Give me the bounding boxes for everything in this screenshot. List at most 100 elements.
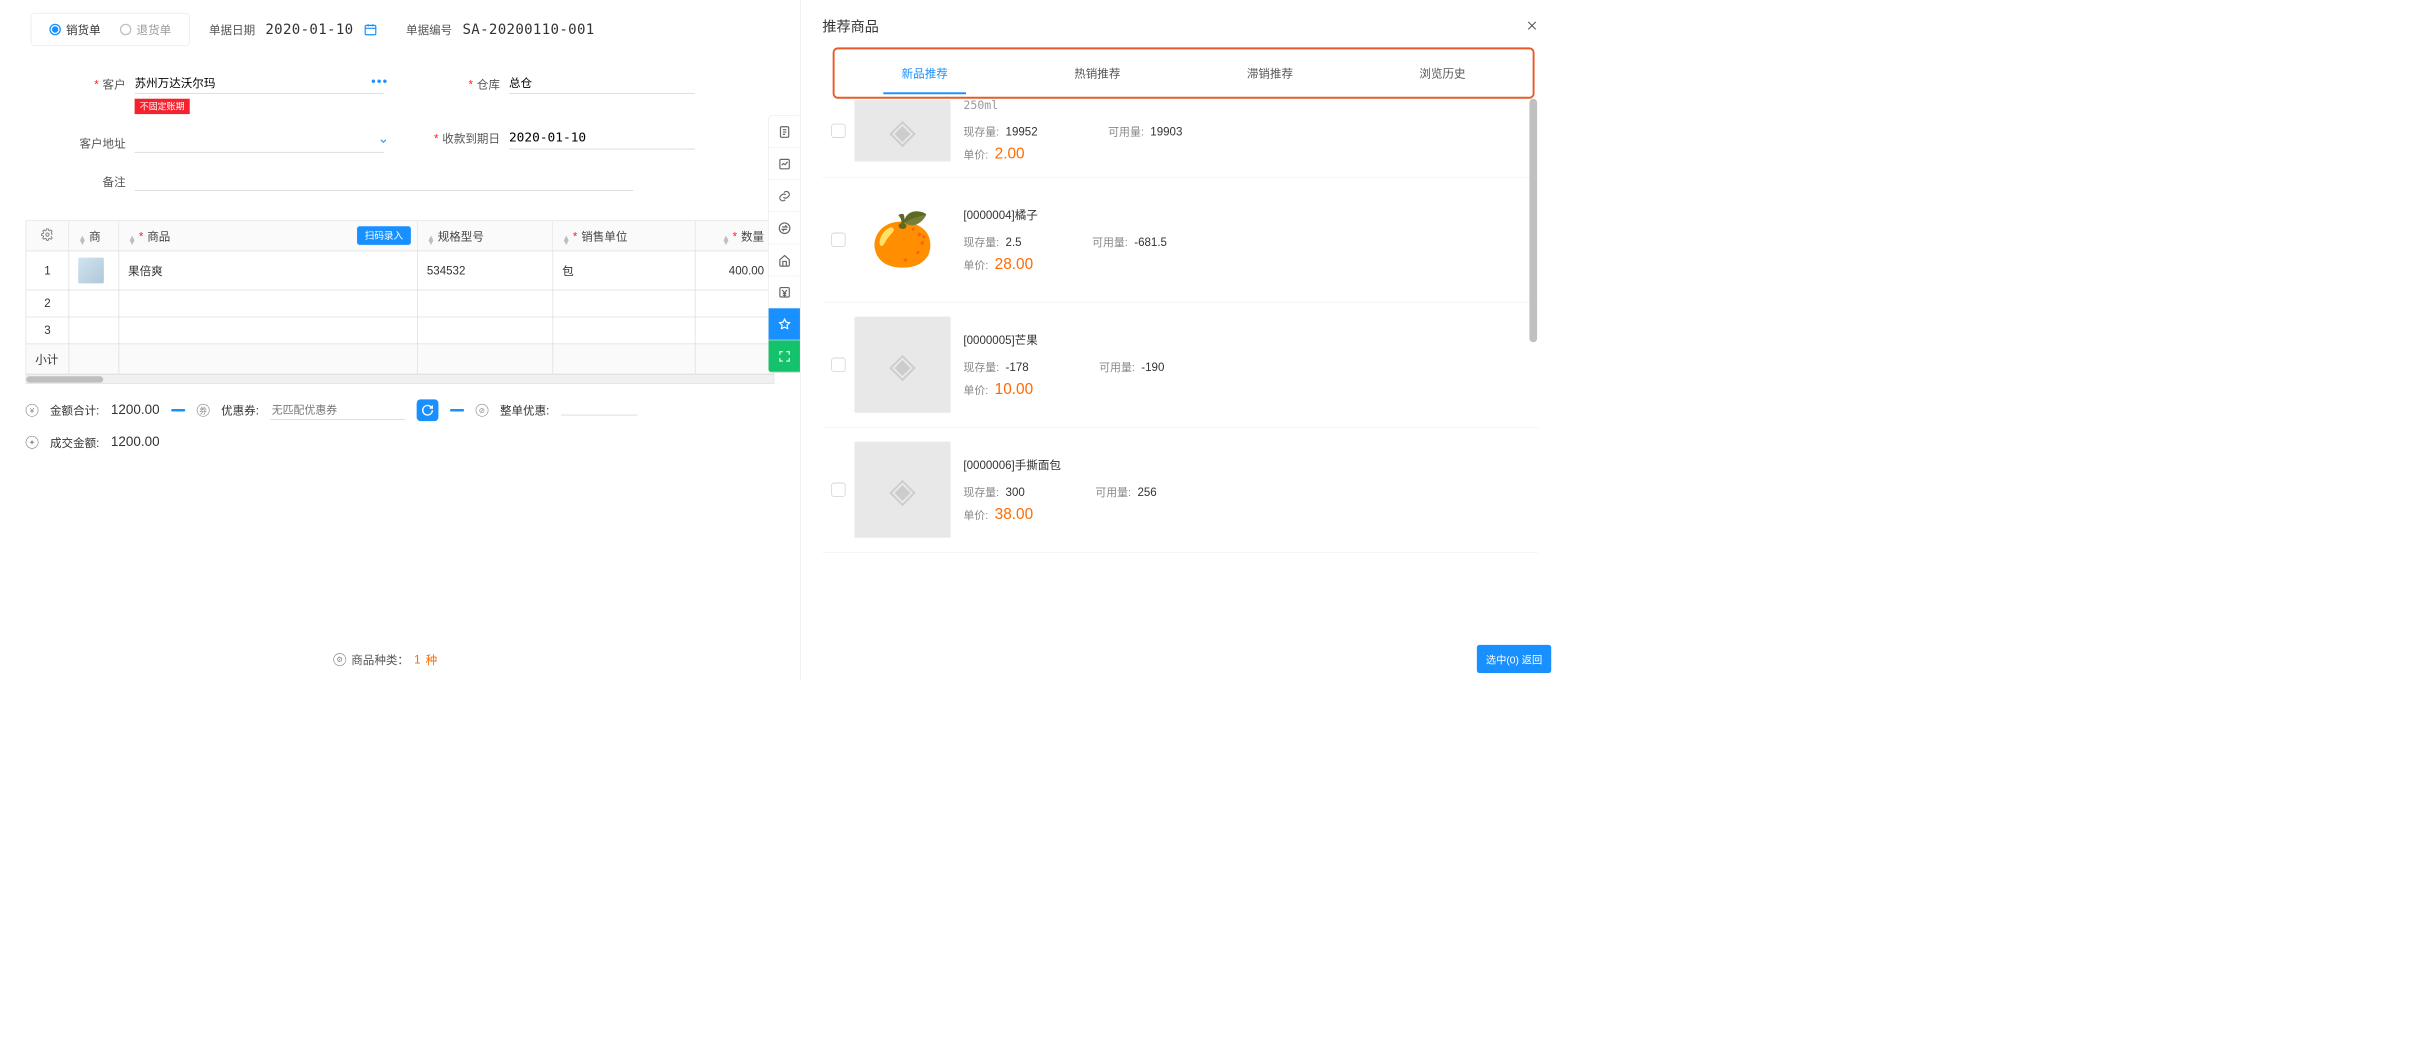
col-image-header[interactable]: ▲▼商 [69, 221, 119, 251]
doc-no-label: 单据编号 [406, 21, 452, 38]
remark-input[interactable] [135, 169, 634, 191]
scan-input-badge[interactable]: 扫码录入 [357, 226, 411, 245]
table-settings-header[interactable] [26, 221, 69, 251]
refresh-coupon-button[interactable] [417, 399, 439, 421]
item-stock: 19952 [1006, 125, 1038, 138]
selected-count-button[interactable]: 选中(0) 返回 [1477, 645, 1551, 673]
col-goods-header[interactable]: ▲▼*商品扫码录入 [119, 221, 418, 251]
side-tool-expand[interactable] [769, 340, 800, 372]
calendar-icon[interactable] [364, 22, 378, 36]
coupon-label: 优惠券: [221, 402, 259, 419]
tab-new[interactable]: 新品推荐 [838, 52, 1011, 94]
item-avail: -190 [1141, 361, 1164, 374]
side-tool-home[interactable] [769, 244, 800, 276]
minus-icon [450, 409, 464, 412]
product-image-orange-icon: 🍊 [854, 192, 950, 288]
address-input[interactable] [135, 131, 384, 153]
item-name: [0000005]芒果 [963, 331, 1538, 348]
vertical-scrollbar[interactable] [1529, 99, 1537, 343]
col-unit-header[interactable]: ▲▼*销售单位 [553, 221, 695, 251]
customer-tag: 不固定账期 [135, 99, 190, 114]
deal-icon: ✦ [26, 436, 39, 449]
recommend-list: ◈ 250ml 现存量:19952 可用量:19903 单价:2.00 🍊 [0… [822, 99, 1538, 599]
col-qty-header[interactable]: ▲▼*数量 [695, 221, 773, 251]
radio-unchecked-icon [120, 24, 132, 36]
order-type-tabs: 销货单 退货单 [31, 13, 190, 46]
recommend-title: 推荐商品 [822, 15, 878, 36]
doc-no-value: SA-20200110-001 [462, 21, 594, 37]
gear-icon [41, 228, 54, 241]
close-icon[interactable] [1526, 19, 1539, 32]
sum-label: 金额合计: [50, 402, 99, 419]
address-label: 客户地址 [26, 131, 135, 152]
warehouse-label: *仓库 [400, 72, 509, 93]
row-index: 2 [26, 290, 69, 317]
list-item[interactable]: ◈ [0000005]芒果 现存量:-178 可用量:-190 单价:10.00 [822, 303, 1538, 428]
minus-icon [171, 409, 185, 412]
sum-value: 1200.00 [111, 403, 160, 418]
order-type-sale[interactable]: 销货单 [49, 21, 100, 38]
coupon-input[interactable] [270, 401, 405, 420]
tab-slow[interactable]: 滞销推荐 [1184, 52, 1357, 94]
product-image-placeholder-icon: ◈ [854, 100, 950, 162]
table-row[interactable]: 2 [26, 290, 773, 317]
side-tool-chart[interactable] [769, 148, 800, 180]
product-image-placeholder-icon: ◈ [854, 317, 950, 413]
row-unit[interactable]: 包 [553, 251, 695, 290]
warehouse-input[interactable] [509, 72, 695, 94]
list-item[interactable]: ◈ 250ml 现存量:19952 可用量:19903 单价:2.00 [822, 99, 1538, 178]
side-tool-link[interactable] [769, 180, 800, 212]
item-price: 2.00 [995, 145, 1025, 162]
refresh-icon [421, 404, 434, 417]
due-date-input[interactable] [509, 126, 695, 150]
tab-hot[interactable]: 热销推荐 [1011, 52, 1184, 94]
full-discount-input[interactable] [561, 405, 638, 415]
side-tool-swap[interactable] [769, 212, 800, 244]
yen-icon: ¥ [26, 404, 39, 417]
item-name: [0000006]手撕面包 [963, 456, 1538, 473]
item-stock: -178 [1006, 361, 1029, 374]
row-goods[interactable]: 果倍爽 [119, 251, 418, 290]
item-avail: 256 [1137, 486, 1156, 499]
discount-icon: ⊘ [476, 404, 489, 417]
line-items-table: ▲▼商 ▲▼*商品扫码录入 ▲▼规格型号 ▲▼*销售单位 ▲▼*数量 1 果倍爽… [26, 221, 775, 384]
customer-label: *客户 [26, 72, 135, 93]
order-type-return[interactable]: 退货单 [120, 21, 171, 38]
table-row[interactable]: 3 [26, 317, 773, 344]
item-checkbox[interactable] [831, 233, 845, 247]
coupon-icon: 券 [197, 404, 210, 417]
doc-date-value[interactable]: 2020-01-10 [265, 21, 353, 37]
goods-kinds-summary: ⚙ 商品种类： 1 种 [333, 651, 437, 668]
side-tool-star[interactable] [769, 308, 800, 340]
item-checkbox[interactable] [831, 358, 845, 372]
product-thumb-icon [78, 258, 104, 284]
row-spec[interactable]: 534532 [418, 251, 553, 290]
chevron-down-icon[interactable] [378, 136, 388, 146]
item-price: 28.00 [995, 255, 1034, 272]
tab-history[interactable]: 浏览历史 [1356, 52, 1529, 94]
item-name: 250ml [963, 99, 1538, 112]
item-avail: 19903 [1150, 125, 1182, 138]
horizontal-scrollbar[interactable] [26, 374, 773, 383]
row-index: 3 [26, 317, 69, 344]
side-toolbar [768, 115, 800, 373]
customer-input[interactable] [135, 72, 384, 94]
item-price: 38.00 [995, 505, 1034, 522]
due-date-label: *收款到期日 [400, 126, 509, 147]
item-checkbox[interactable] [831, 483, 845, 497]
row-qty[interactable]: 400.00 [695, 251, 773, 290]
doc-date-label: 单据日期 [209, 21, 255, 38]
table-row[interactable]: 1 果倍爽 534532 包 400.00 [26, 251, 773, 290]
list-item[interactable]: 🍊 [0000004]橘子 现存量:2.5 可用量:-681.5 单价:28.0… [822, 178, 1538, 303]
list-item[interactable]: ◈ [0000006]手撕面包 现存量:300 可用量:256 单价:38.00 [822, 428, 1538, 553]
item-stock: 300 [1006, 486, 1025, 499]
side-tool-doc[interactable] [769, 116, 800, 148]
item-checkbox[interactable] [831, 124, 845, 138]
full-discount-label: 整单优惠: [500, 402, 549, 419]
item-avail: -681.5 [1134, 236, 1167, 249]
col-spec-header[interactable]: ▲▼规格型号 [418, 221, 553, 251]
summary-icon: ⚙ [333, 653, 346, 666]
recommend-tabs-highlight: 新品推荐 热销推荐 滞销推荐 浏览历史 [833, 47, 1535, 98]
customer-lookup-icon[interactable]: ••• [371, 74, 388, 89]
side-tool-currency[interactable] [769, 276, 800, 308]
